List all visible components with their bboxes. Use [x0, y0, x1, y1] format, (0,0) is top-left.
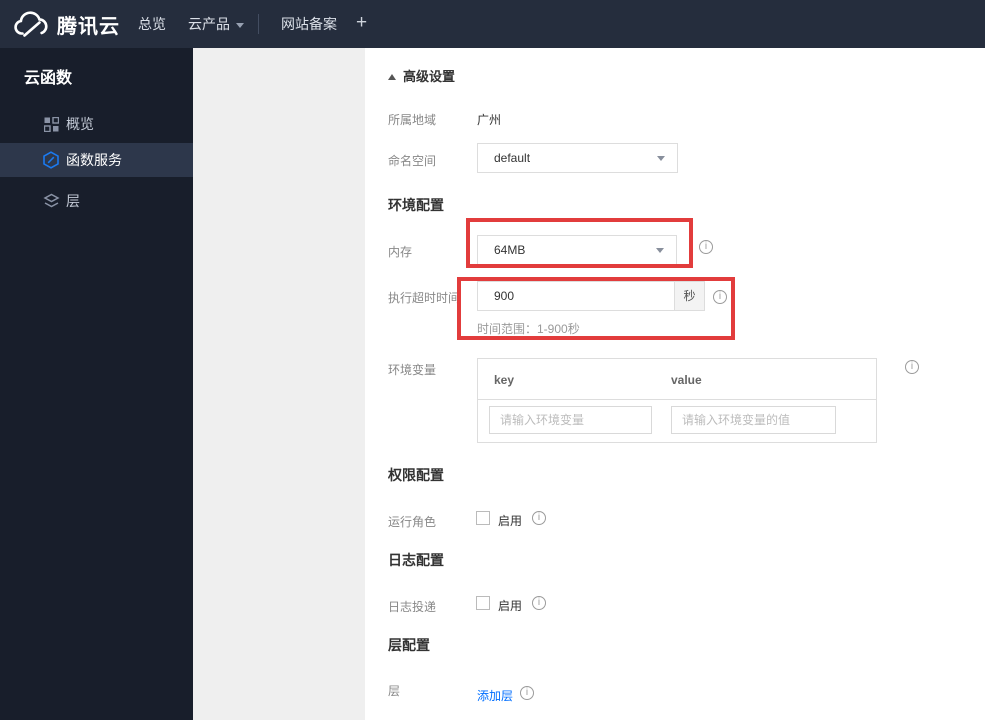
env-value-header: value — [671, 373, 702, 387]
layers-icon — [42, 192, 60, 210]
run-role-label: 运行角色 — [388, 515, 437, 529]
top-navbar: 腾讯云 总览 云产品 网站备案 + — [0, 0, 985, 48]
collapse-up-icon — [388, 74, 396, 80]
log-delivery-enable-label[interactable]: 启用 — [498, 597, 522, 614]
timeout-info-icon[interactable]: i — [713, 290, 727, 304]
add-layer-link[interactable]: 添加层 — [477, 687, 513, 704]
env-vars-label: 环境变量 — [388, 363, 437, 377]
timeout-unit-suffix: 秒 — [674, 282, 704, 310]
log-delivery-info-icon[interactable]: i — [532, 596, 546, 610]
secondary-panel — [193, 48, 365, 720]
nav-overview[interactable]: 总览 — [138, 0, 166, 48]
sidebar-item-label: 函数服务 — [66, 152, 122, 168]
advanced-settings-toggle[interactable]: 高级设置 — [388, 66, 455, 85]
nav-cloud-products[interactable]: 云产品 — [188, 0, 244, 48]
log-delivery-checkbox[interactable] — [476, 596, 490, 610]
dropdown-arrow-icon — [657, 156, 665, 161]
sidebar-item-layers[interactable]: 层 — [0, 184, 193, 218]
function-hexagon-icon — [42, 151, 60, 169]
sidebar-item-function-service[interactable]: 函数服务 — [0, 143, 193, 177]
sidebar-title: 云函数 — [24, 70, 73, 87]
memory-label: 内存 — [388, 245, 413, 259]
sidebar-item-label: 概览 — [66, 116, 94, 132]
table-header-divider — [478, 399, 876, 400]
namespace-select[interactable]: default — [477, 143, 678, 173]
section-layer-config: 层配置 — [388, 637, 430, 653]
memory-info-icon[interactable]: i — [699, 240, 713, 254]
env-key-header: key — [494, 373, 515, 387]
env-vars-info-icon[interactable]: i — [905, 360, 919, 374]
env-vars-table: key value — [477, 358, 877, 443]
env-key-input[interactable] — [489, 406, 652, 434]
section-env-config: 环境配置 — [388, 197, 444, 213]
layer-label: 层 — [388, 684, 401, 698]
timeout-range-hint: 时间范围：1-900秒 — [477, 322, 580, 336]
chevron-down-icon — [236, 22, 244, 28]
grid-icon — [42, 115, 60, 133]
sidebar-item-label: 层 — [66, 193, 80, 209]
sidebar-item-overview[interactable]: 概览 — [0, 107, 193, 141]
timeout-label: 执行超时时间 — [388, 291, 461, 305]
dropdown-arrow-icon — [656, 248, 664, 253]
memory-select[interactable]: 64MB — [477, 235, 677, 265]
run-role-enable-label[interactable]: 启用 — [498, 512, 522, 529]
run-role-info-icon[interactable]: i — [532, 511, 546, 525]
sidebar: 云函数 概览 函数服务 层 — [0, 48, 193, 720]
cloud-logo-icon — [14, 9, 48, 39]
region-value: 广州 — [477, 113, 502, 127]
env-value-input[interactable] — [671, 406, 836, 434]
memory-selected-value: 64MB — [494, 243, 526, 257]
namespace-label: 命名空间 — [388, 154, 437, 168]
region-label: 所属地域 — [388, 113, 437, 127]
main-content: 高级设置 所属地域 广州 命名空间 default 环境配置 内存 64MB i… — [365, 48, 985, 720]
nav-add-tab-button[interactable]: + — [356, 0, 367, 48]
timeout-input[interactable] — [478, 282, 674, 310]
nav-website-beian[interactable]: 网站备案 — [281, 0, 337, 48]
run-role-checkbox[interactable] — [476, 511, 490, 525]
add-layer-info-icon[interactable]: i — [520, 686, 534, 700]
nav-divider — [258, 14, 259, 34]
timeout-input-group: 秒 — [477, 281, 705, 311]
namespace-selected-value: default — [494, 151, 531, 165]
section-log-config: 日志配置 — [388, 552, 444, 568]
tencent-cloud-logo[interactable]: 腾讯云 — [14, 9, 120, 39]
section-permission-config: 权限配置 — [388, 467, 444, 483]
brand-name: 腾讯云 — [57, 15, 120, 38]
log-delivery-label: 日志投递 — [388, 600, 437, 614]
